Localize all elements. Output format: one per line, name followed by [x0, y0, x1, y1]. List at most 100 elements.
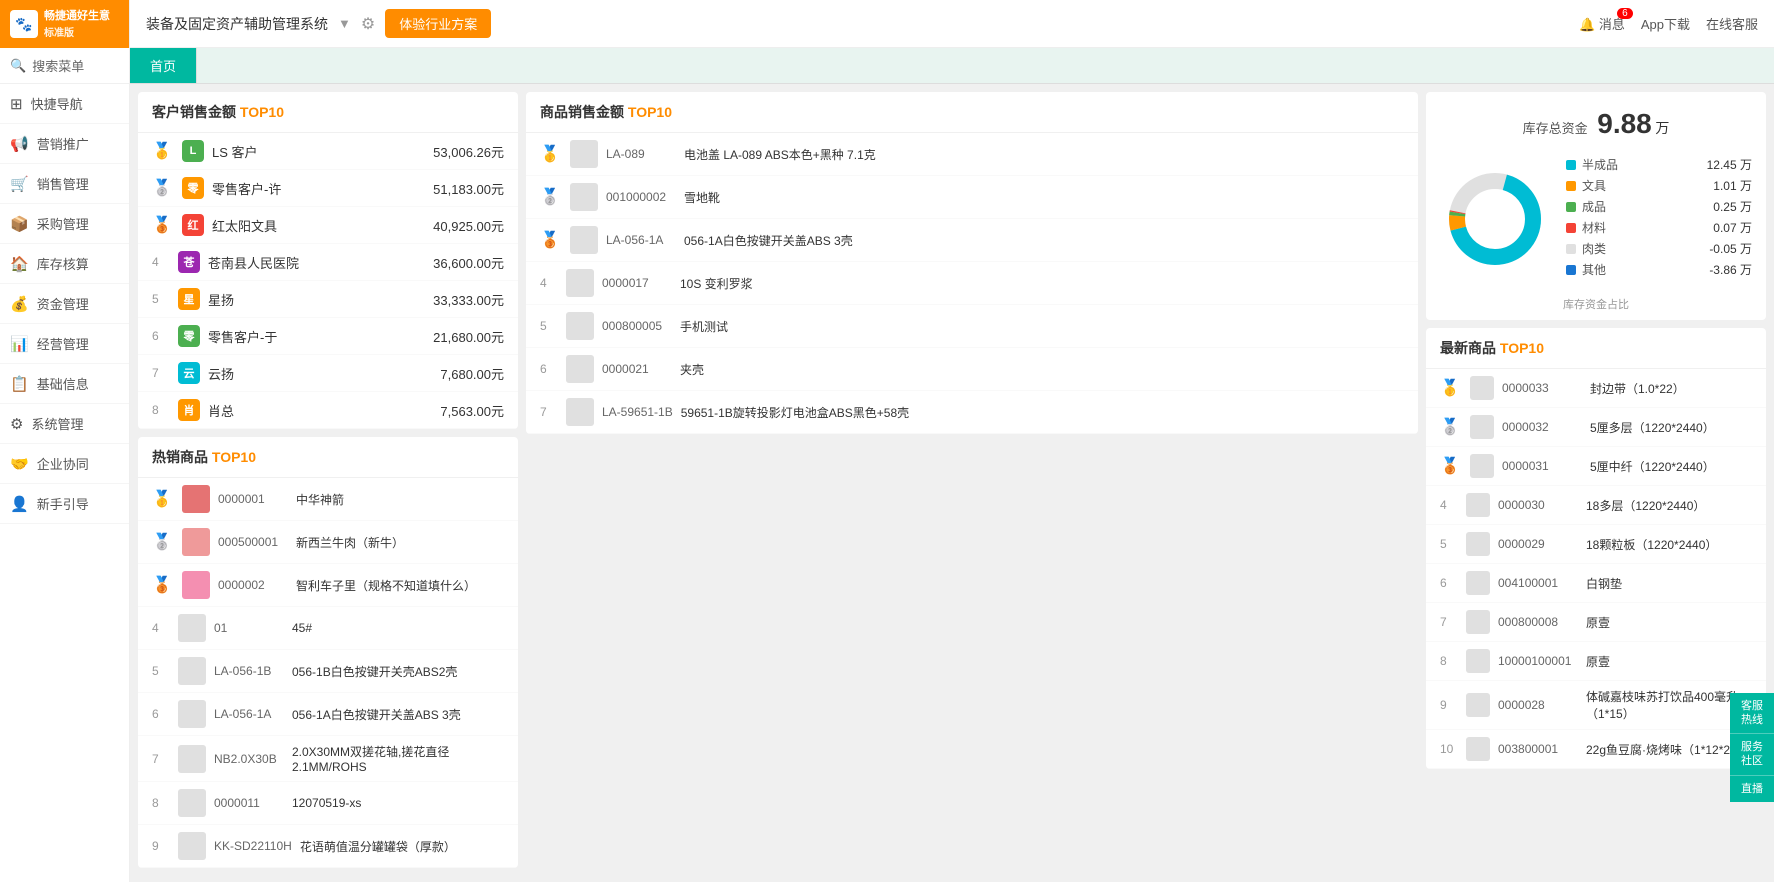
product-code: 0000001 — [218, 492, 288, 506]
customer-rank-row: 🥇 L LS 客户 53,006.26元 — [138, 133, 518, 170]
product-thumbnail — [1466, 532, 1490, 556]
product-name: 18颗粒板（1220*2440） — [1586, 536, 1752, 553]
product-name: 电池盖 LA-089 ABS本色+黑种 7.1克 — [684, 146, 1404, 163]
product-code: 000500001 — [218, 535, 288, 549]
medal-icon: 🥈 — [152, 178, 174, 198]
product-name: 056-1B白色按键开关壳ABS2壳 — [292, 663, 504, 680]
product-thumbnail — [566, 355, 594, 383]
float-btn-service[interactable]: 客服热线 — [1730, 693, 1774, 735]
sidebar-item-guide[interactable]: 👤 新手引导 — [0, 484, 129, 524]
product-code: 0000031 — [1502, 459, 1582, 473]
rank-number: 7 — [152, 366, 170, 380]
rank-number: 7 — [1440, 615, 1458, 629]
search-menu[interactable]: 🔍 搜索菜单 — [0, 48, 129, 84]
new-product-row: 🥇 0000033 封边带（1.0*22） — [1426, 369, 1766, 408]
donut-chart — [1440, 164, 1550, 274]
customer-name: 零售客户-于 — [208, 327, 425, 346]
float-btn-live[interactable]: 直播 — [1730, 776, 1774, 802]
sidebar-item-collab[interactable]: 🤝 企业协同 — [0, 444, 129, 484]
product-thumbnail — [178, 832, 206, 860]
notification-bell[interactable]: 🔔 消息 6 — [1579, 14, 1625, 33]
customer-rank-row: 6 零 零售客户-于 21,680.00元 — [138, 318, 518, 355]
rank-number: 4 — [152, 255, 170, 269]
logo-icon: 🐾 — [10, 10, 38, 38]
rank-number: 9 — [1440, 698, 1458, 712]
customer-badge: 肖 — [178, 399, 200, 421]
float-btn-community[interactable]: 服务社区 — [1730, 734, 1774, 776]
gear-icon[interactable]: ⚙ — [361, 14, 375, 34]
customer-badge: 红 — [182, 214, 204, 236]
purchase-icon: 📦 — [10, 215, 29, 233]
customer-name: 星扬 — [208, 290, 425, 309]
system-title: 装备及固定资产辅助管理系统 — [146, 14, 328, 34]
customer-rank-row: 8 肖 肖总 7,563.00元 — [138, 392, 518, 429]
sidebar-item-sales[interactable]: 🛒 销售管理 — [0, 164, 129, 204]
hot-product-row: 🥈 000500001 新西兰牛肉（新牛） — [138, 521, 518, 564]
customer-rank-row: 4 苍 苍南县人民医院 36,600.00元 — [138, 244, 518, 281]
medal-icon: 🥈 — [1440, 417, 1462, 437]
product-name: 22g鱼豆腐·烧烤味（1*12*20） — [1586, 741, 1752, 758]
sidebar-item-operations[interactable]: 📊 经营管理 — [0, 324, 129, 364]
medal-icon: 🥈 — [540, 187, 562, 207]
legend-item: 其他 -3.86 万 — [1566, 261, 1752, 278]
sidebar-item-marketing[interactable]: 📢 营销推广 — [0, 124, 129, 164]
legend-label: 肉类 — [1582, 240, 1703, 257]
product-name: 手机测试 — [680, 318, 1404, 335]
sidebar-item-finance[interactable]: 💰 资金管理 — [0, 284, 129, 324]
inventory-legend: 半成品 12.45 万 文具 1.01 万 成品 0.25 万 材料 0.07 … — [1550, 156, 1752, 282]
operations-icon: 📊 — [10, 335, 29, 353]
product-code: NB2.0X30B — [214, 752, 284, 766]
product-thumbnail — [1470, 454, 1494, 478]
medal-icon: 🥇 — [1440, 378, 1462, 398]
shortcuts-icon: ⊞ — [10, 95, 23, 113]
sidebar: 🐾 畅捷通好生意 标准版 🔍 搜索菜单 ⊞ 快捷导航 📢 营销推广 🛒 销售管理… — [0, 0, 130, 882]
trial-button[interactable]: 体验行业方案 — [385, 9, 491, 38]
dropdown-icon: ▼ — [338, 16, 351, 31]
logo: 🐾 畅捷通好生意 标准版 — [0, 0, 129, 48]
customer-name: 红太阳文具 — [212, 216, 425, 235]
hot-product-row: 4 01 45# — [138, 607, 518, 650]
product-thumbnail — [178, 657, 206, 685]
inventory-icon: 🏠 — [10, 255, 29, 273]
hot-products-header: 热销商品 TOP10 — [138, 437, 518, 478]
customer-name: 苍南县人民医院 — [208, 253, 425, 272]
sidebar-item-shortcuts[interactable]: ⊞ 快捷导航 — [0, 84, 129, 124]
rank-number: 8 — [152, 796, 170, 810]
tab-home[interactable]: 首页 — [130, 48, 197, 83]
legend-value: 0.25 万 — [1713, 198, 1752, 215]
product-thumbnail — [1466, 571, 1490, 595]
product-thumbnail — [570, 140, 598, 168]
product-rank-row: 🥈 001000002 雪地靴 — [526, 176, 1418, 219]
sidebar-item-label: 快捷导航 — [31, 94, 83, 113]
product-name: 45# — [292, 621, 504, 635]
product-rank-row: 🥇 LA-089 电池盖 LA-089 ABS本色+黑种 7.1克 — [526, 133, 1418, 176]
new-product-row: 7 000800008 原壹 — [1426, 603, 1766, 642]
sidebar-item-basic[interactable]: 📋 基础信息 — [0, 364, 129, 404]
product-thumbnail — [178, 789, 206, 817]
rank-number: 9 — [152, 839, 170, 853]
product-code: LA-056-1B — [214, 664, 284, 678]
medal-icon: 🥉 — [540, 230, 562, 250]
product-thumbnail — [1466, 649, 1490, 673]
customer-amount: 21,680.00元 — [433, 327, 504, 346]
legend-label: 成品 — [1582, 198, 1707, 215]
rank-number: 6 — [1440, 576, 1458, 590]
product-thumbnail — [182, 571, 210, 599]
customer-rank-row: 7 云 云扬 7,680.00元 — [138, 355, 518, 392]
rank-number: 10 — [1440, 742, 1458, 756]
product-thumbnail — [178, 745, 206, 773]
medal-icon: 🥇 — [152, 141, 174, 161]
rank-number: 7 — [540, 405, 558, 419]
hot-product-row: 🥉 0000002 智利车子里（规格不知道填什么） — [138, 564, 518, 607]
legend-item: 半成品 12.45 万 — [1566, 156, 1752, 173]
online-service[interactable]: 在线客服 — [1706, 14, 1758, 33]
app-download[interactable]: App下载 — [1641, 14, 1690, 33]
product-name: 59651-1B旋转投影灯电池盒ABS黑色+58壳 — [681, 404, 1404, 421]
sidebar-item-inventory[interactable]: 🏠 库存核算 — [0, 244, 129, 284]
right-column: 库存总资金 9.88 万 — [1426, 92, 1766, 874]
basic-icon: 📋 — [10, 375, 29, 393]
sidebar-item-purchase[interactable]: 📦 采购管理 — [0, 204, 129, 244]
sidebar-item-system[interactable]: ⚙ 系统管理 — [0, 404, 129, 444]
product-thumbnail — [566, 312, 594, 340]
new-product-row: 🥉 0000031 5厘中纤（1220*2440） — [1426, 447, 1766, 486]
